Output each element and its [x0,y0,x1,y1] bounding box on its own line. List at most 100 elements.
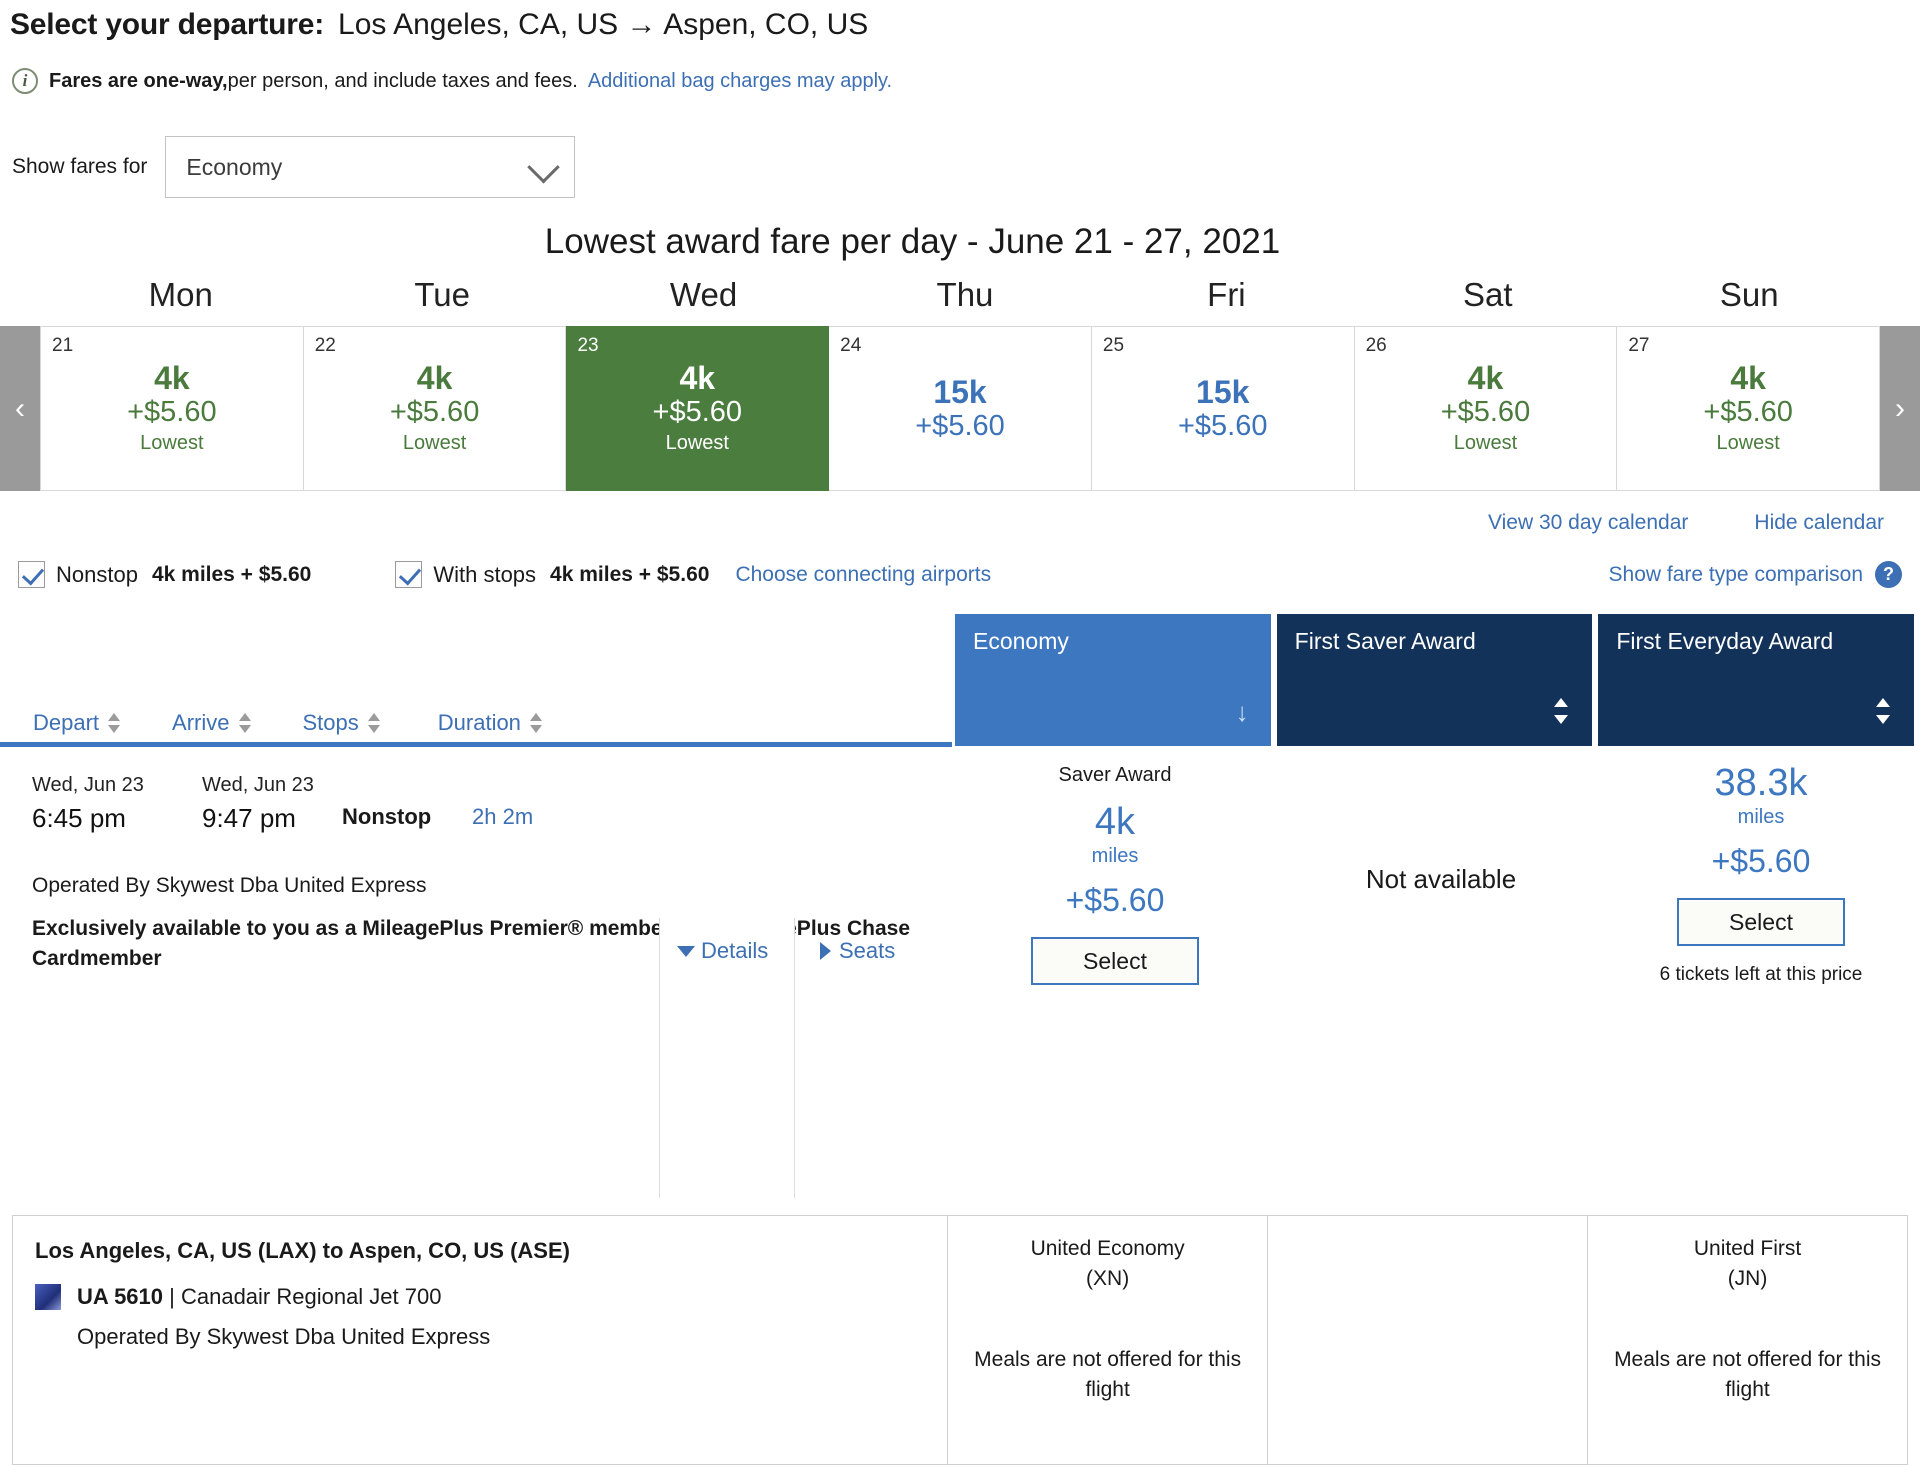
fare-column-first-everyday[interactable]: First Everyday Award [1598,614,1914,746]
panel-separator: | [163,1284,181,1309]
seats-toggle[interactable]: Seats [820,938,895,964]
sort-stops[interactable]: Stops [303,710,380,736]
chevron-down-icon [530,160,556,175]
sort-icon[interactable] [1554,698,1568,724]
sort-icon [530,712,542,734]
results-header: Economy ↓ First Saver Award First Everyd… [0,614,1920,746]
seats-label: Seats [839,938,895,964]
fare-tag: Saver Award [955,764,1275,787]
fares-info-banner: i Fares are one-way, per person, and inc… [0,42,1920,94]
calendar-strip: ‹ 21 4k +$5.60 Lowest 22 4k +$5.60 Lowes… [0,326,1920,491]
cabin-select-value: Economy [186,154,282,181]
select-button-economy[interactable]: Select [1031,937,1199,985]
depart-time: 6:45 pm [32,803,190,834]
day-lowest-tag: Lowest [1716,430,1779,456]
calendar-day-cell[interactable]: 24 15k +$5.60 [829,326,1092,491]
info-strong-text: Fares are one-way, [49,70,228,93]
with-stops-checkbox[interactable] [395,561,422,588]
show-fares-label: Show fares for [12,155,147,179]
panel-cabin-first-everyday: United First (JN) Meals are not offered … [1587,1216,1907,1464]
arrow-down-icon: ↓ [1236,697,1249,728]
fare-miles: 4k [955,803,1275,841]
sort-arrive-label: Arrive [172,710,229,736]
day-number: 24 [840,335,861,357]
info-icon: i [12,68,38,94]
show-fares-row: Show fares for Economy [0,94,1920,198]
calendar-day-cell[interactable]: 26 4k +$5.60 Lowest [1355,326,1618,491]
with-stops-value: 4k miles + $5.60 [550,563,709,587]
calendar-day-cell[interactable]: 22 4k +$5.60 Lowest [304,326,567,491]
details-toggle[interactable]: Details [677,938,768,964]
day-miles: 4k [154,361,190,396]
calendar-title: Lowest award fare per day - June 21 - 27… [0,222,1920,262]
additional-bag-charges-link[interactable]: Additional bag charges may apply. [588,70,892,93]
day-miles: 4k [417,361,453,396]
show-fare-comparison-link[interactable]: Show fare type comparison [1609,563,1863,587]
fare-miles: 38.3k [1601,764,1920,802]
flight-details-panel: Los Angeles, CA, US (LAX) to Aspen, CO, … [12,1215,1908,1465]
route-text: Los Angeles, CA, US → Aspen, CO, US [338,8,868,42]
day-miles: 15k [1196,375,1249,410]
cabin-select[interactable]: Economy [165,136,575,198]
panel-meal-note: Meals are not offered for this flight [948,1345,1267,1406]
sort-icon [368,712,380,734]
flight-search-page: Select your departure: Los Angeles, CA, … [0,0,1920,1046]
sort-icon [239,712,251,734]
day-name: Fri [1096,276,1357,314]
hide-calendar-link[interactable]: Hide calendar [1754,511,1884,535]
fare-miles-label: miles [955,845,1275,868]
calendar-day-cell[interactable]: 25 15k +$5.60 [1092,326,1355,491]
day-lowest-tag: Lowest [403,430,466,456]
fare-column-economy[interactable]: Economy ↓ [955,614,1271,746]
flight-times: Wed, Jun 23 6:45 pm Wed, Jun 23 9:47 pm … [32,774,533,834]
nonstop-checkbox[interactable] [18,561,45,588]
day-name: Sat [1357,276,1618,314]
sort-duration[interactable]: Duration [438,710,542,736]
sort-icon [108,712,120,734]
nonstop-label: Nonstop [56,562,138,588]
day-name: Sun [1619,276,1880,314]
day-price: +$5.60 [653,396,743,428]
view-30-day-calendar-link[interactable]: View 30 day calendar [1488,511,1688,535]
calendar-next-button[interactable]: › [1880,326,1920,491]
panel-left-column: Los Angeles, CA, US (LAX) to Aspen, CO, … [13,1216,947,1464]
day-name: Wed [573,276,834,314]
day-number: 21 [52,335,73,357]
fare-column-label: Economy [973,628,1069,654]
day-lowest-tag: Lowest [1454,430,1517,456]
info-body-text: per person, and include taxes and fees. [228,70,578,93]
flight-stops: Nonstop [342,804,472,834]
choose-connecting-airports-link[interactable]: Choose connecting airports [735,563,991,587]
panel-aircraft: Canadair Regional Jet 700 [181,1284,442,1309]
help-icon[interactable]: ? [1875,561,1902,588]
panel-cabin-code: (XN) [948,1264,1267,1294]
sort-depart[interactable]: Depart [33,710,120,736]
fare-column-first-saver[interactable]: First Saver Award [1277,614,1593,746]
day-number: 22 [315,335,336,357]
panel-flight-number: UA 5610 [77,1284,163,1309]
day-name: Thu [834,276,1095,314]
day-miles: 4k [1730,361,1766,396]
calendar-prev-button[interactable]: ‹ [0,326,40,491]
sort-arrive[interactable]: Arrive [172,710,250,736]
panel-cabin-code: (JN) [1588,1264,1907,1294]
day-name: Tue [311,276,572,314]
calendar-day-names: Mon Tue Wed Thu Fri Sat Sun [0,276,1920,314]
calendar-day-cell[interactable]: 27 4k +$5.60 Lowest [1617,326,1880,491]
day-price: +$5.60 [1441,396,1531,428]
fare-cell-economy: Saver Award 4k miles +$5.60 Select [955,746,1275,985]
filters-row: Nonstop 4k miles + $5.60 With stops 4k m… [0,535,1920,588]
with-stops-label: With stops [433,562,536,588]
sort-stops-label: Stops [303,710,359,736]
calendar-day-cell-selected[interactable]: 23 4k +$5.60 Lowest [566,326,829,491]
calendar-day-cell[interactable]: 21 4k +$5.60 Lowest [40,326,304,491]
day-number: 27 [1628,335,1649,357]
fare-price: +$5.60 [1601,843,1920,880]
panel-flight-text: UA 5610 | Canadair Regional Jet 700 [77,1284,441,1310]
panel-meal-note: Meals are not offered for this flight [1588,1345,1907,1406]
flight-operated-by: Operated By Skywest Dba United Express [32,874,427,898]
fare-column-label: First Everyday Award [1616,628,1833,654]
page-title: Select your departure: [10,8,324,42]
sort-icon[interactable] [1876,698,1890,724]
select-button-first-everyday[interactable]: Select [1677,898,1845,946]
